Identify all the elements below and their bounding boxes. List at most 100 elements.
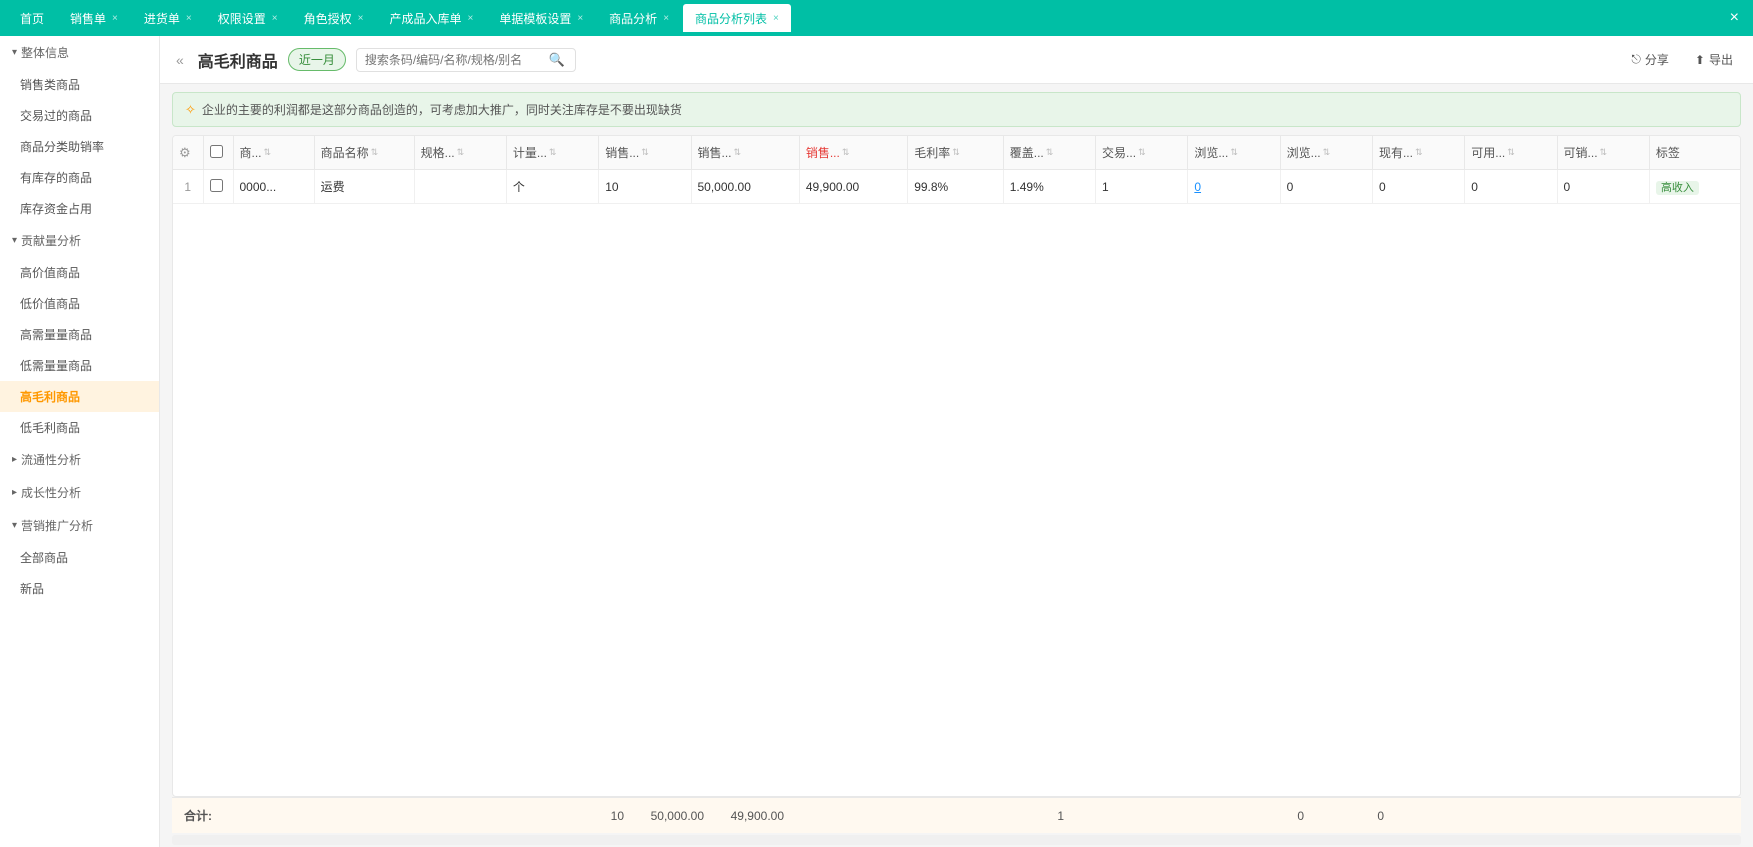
close-all-tabs[interactable]: × xyxy=(1724,9,1745,27)
tab-home[interactable]: 首页 xyxy=(8,4,56,32)
row-unit: 个 xyxy=(506,170,598,204)
row-browse2: 0 xyxy=(1280,170,1372,204)
browse1-link[interactable]: 0 xyxy=(1194,180,1201,194)
row-code: 0000... xyxy=(233,170,314,204)
sidebar-item-new-goods[interactable]: 新品 xyxy=(0,573,159,604)
sort-icon: ⇅ xyxy=(952,147,960,158)
col-sales-amount[interactable]: 销售...⇅ xyxy=(691,136,799,170)
row-spec xyxy=(414,170,506,204)
tab-product-analysis-list[interactable]: 商品分析列表 × xyxy=(683,4,791,32)
tab-sales-order[interactable]: 销售单 × xyxy=(58,4,130,32)
tab-product-analysis[interactable]: 商品分析 × xyxy=(597,4,681,32)
horizontal-scrollbar[interactable] xyxy=(172,835,1741,845)
sidebar-item-low-value-goods[interactable]: 低价值商品 xyxy=(0,288,159,319)
col-sales-qty[interactable]: 销售...⇅ xyxy=(599,136,691,170)
sidebar-group-growth-analysis[interactable]: ▸ 成长性分析 xyxy=(0,476,159,509)
close-tab-product-entry[interactable]: × xyxy=(467,13,473,24)
col-code[interactable]: 商...⇅ xyxy=(233,136,314,170)
search-icon[interactable]: 🔍 xyxy=(549,52,565,68)
sidebar-group-overall-info[interactable]: ▾ 整体信息 xyxy=(0,36,159,69)
sidebar-group-flow-analysis[interactable]: ▸ 流通性分析 xyxy=(0,443,159,476)
col-gross-rate[interactable]: 毛利率⇅ xyxy=(908,136,1004,170)
footer-label: 合计: xyxy=(184,807,212,824)
table-row: 1 0000... 运费 个 10 50,000.00 49,900.00 99… xyxy=(173,170,1740,204)
close-tab-product-analysis[interactable]: × xyxy=(663,13,669,24)
row-sales-cost: 49,900.00 xyxy=(799,170,907,204)
table-container: ⚙ 商...⇅ 商品名称⇅ 规格...⇅ xyxy=(172,135,1741,797)
col-trade[interactable]: 交易...⇅ xyxy=(1096,136,1188,170)
col-name[interactable]: 商品名称⇅ xyxy=(314,136,414,170)
tab-purchase-order[interactable]: 进货单 × xyxy=(132,4,204,32)
sort-icon: ⇅ xyxy=(842,147,850,158)
sidebar-item-stock-occupation[interactable]: 库存资金占用 xyxy=(0,193,159,224)
sidebar-item-low-margin-goods[interactable]: 低毛利商品 xyxy=(0,412,159,443)
sidebar-item-traded-goods[interactable]: 交易过的商品 xyxy=(0,100,159,131)
info-text: 企业的主要的利润都是这部分商品创造的，可考虑加大推广，同时关注库存是不要出现缺货 xyxy=(202,101,682,118)
tab-product-entry[interactable]: 产成品入库单 × xyxy=(377,4,485,32)
close-tab-sales-order[interactable]: × xyxy=(112,13,118,24)
sidebar-item-low-freq-goods[interactable]: 低需量量商品 xyxy=(0,350,159,381)
col-current-stock[interactable]: 现有...⇅ xyxy=(1372,136,1464,170)
tab-roles[interactable]: 角色授权 × xyxy=(292,4,376,32)
sort-icon: ⇅ xyxy=(641,147,649,158)
info-icon: ✧ xyxy=(185,102,196,118)
share-icon: ⎋ xyxy=(1631,52,1641,67)
col-sales-cost[interactable]: 销售...⇅ xyxy=(799,136,907,170)
row-number: 1 xyxy=(173,170,203,204)
footer-available-stock: 0 xyxy=(1312,809,1392,823)
arrow-icon: ▸ xyxy=(12,487,17,498)
close-tab-product-analysis-list[interactable]: × xyxy=(773,13,779,24)
content-header: « 高毛利商品 近一月 🔍 ⎋ 分享 ⬆ 导出 xyxy=(160,36,1753,84)
sort-icon: ⇅ xyxy=(1323,147,1331,158)
sidebar-item-goods-split-rate[interactable]: 商品分类助销率 xyxy=(0,131,159,162)
sidebar-item-high-value-goods[interactable]: 高价值商品 xyxy=(0,257,159,288)
collapse-sidebar-button[interactable]: « xyxy=(172,48,188,72)
col-browse2[interactable]: 浏览...⇅ xyxy=(1280,136,1372,170)
export-icon: ⬆ xyxy=(1695,53,1705,67)
table-header-row: ⚙ 商...⇅ 商品名称⇅ 规格...⇅ xyxy=(173,136,1740,170)
export-button[interactable]: ⬆ 导出 xyxy=(1687,47,1741,72)
col-checkbox[interactable] xyxy=(203,136,233,170)
sort-icon: ⇅ xyxy=(1230,147,1238,158)
tab-permissions[interactable]: 权限设置 × xyxy=(206,4,290,32)
filter-recent-month-button[interactable]: 近一月 xyxy=(288,48,346,71)
sidebar-group-marketing-analysis[interactable]: ▾ 营销推广分析 xyxy=(0,509,159,542)
row-sales-amount: 50,000.00 xyxy=(691,170,799,204)
sidebar-item-stocked-goods[interactable]: 有库存的商品 xyxy=(0,162,159,193)
row-tag: 高收入 xyxy=(1649,170,1740,204)
col-available-stock[interactable]: 可用...⇅ xyxy=(1465,136,1557,170)
page-title: 高毛利商品 xyxy=(198,48,278,72)
footer-values: 10 50,000.00 49,900.00 1 0 0 xyxy=(232,809,1392,823)
col-gear[interactable]: ⚙ xyxy=(173,136,203,170)
col-unit[interactable]: 计量...⇅ xyxy=(506,136,598,170)
footer-trade: 1 xyxy=(992,809,1072,823)
col-coverage[interactable]: 覆盖...⇅ xyxy=(1003,136,1095,170)
sidebar-group-wealth-analysis[interactable]: ▾ 贡献量分析 xyxy=(0,224,159,257)
row-checkbox[interactable] xyxy=(210,179,223,192)
sort-icon: ⇅ xyxy=(1046,147,1054,158)
tab-template[interactable]: 单据模板设置 × xyxy=(487,4,595,32)
sidebar-item-sales-goods[interactable]: 销售类商品 xyxy=(0,69,159,100)
sort-icon: ⇅ xyxy=(264,147,272,158)
share-button[interactable]: ⎋ 分享 xyxy=(1623,47,1677,72)
col-tag[interactable]: 标签 xyxy=(1649,136,1740,170)
close-tab-permissions[interactable]: × xyxy=(272,13,278,24)
col-browse1[interactable]: 浏览...⇅ xyxy=(1188,136,1280,170)
row-browse1[interactable]: 0 xyxy=(1188,170,1280,204)
sidebar-item-high-freq-goods[interactable]: 高需量量商品 xyxy=(0,319,159,350)
sidebar-item-high-margin-goods[interactable]: 高毛利商品 xyxy=(0,381,159,412)
settings-icon[interactable]: ⚙ xyxy=(179,145,191,160)
row-checkbox-cell[interactable] xyxy=(203,170,233,204)
top-navigation: 首页 销售单 × 进货单 × 权限设置 × 角色授权 × 产成品入库单 × 单据… xyxy=(0,0,1753,36)
close-tab-roles[interactable]: × xyxy=(358,13,364,24)
sidebar-item-all-goods[interactable]: 全部商品 xyxy=(0,542,159,573)
arrow-icon: ▾ xyxy=(12,520,17,531)
col-sellable-stock[interactable]: 可销...⇅ xyxy=(1557,136,1649,170)
close-tab-purchase-order[interactable]: × xyxy=(186,13,192,24)
search-input[interactable] xyxy=(365,53,545,67)
row-current-stock: 0 xyxy=(1372,170,1464,204)
col-spec[interactable]: 规格...⇅ xyxy=(414,136,506,170)
select-all-checkbox[interactable] xyxy=(210,145,223,158)
close-tab-template[interactable]: × xyxy=(577,13,583,24)
main-layout: ▾ 整体信息 销售类商品 交易过的商品 商品分类助销率 有库存的商品 库存资金占… xyxy=(0,36,1753,847)
